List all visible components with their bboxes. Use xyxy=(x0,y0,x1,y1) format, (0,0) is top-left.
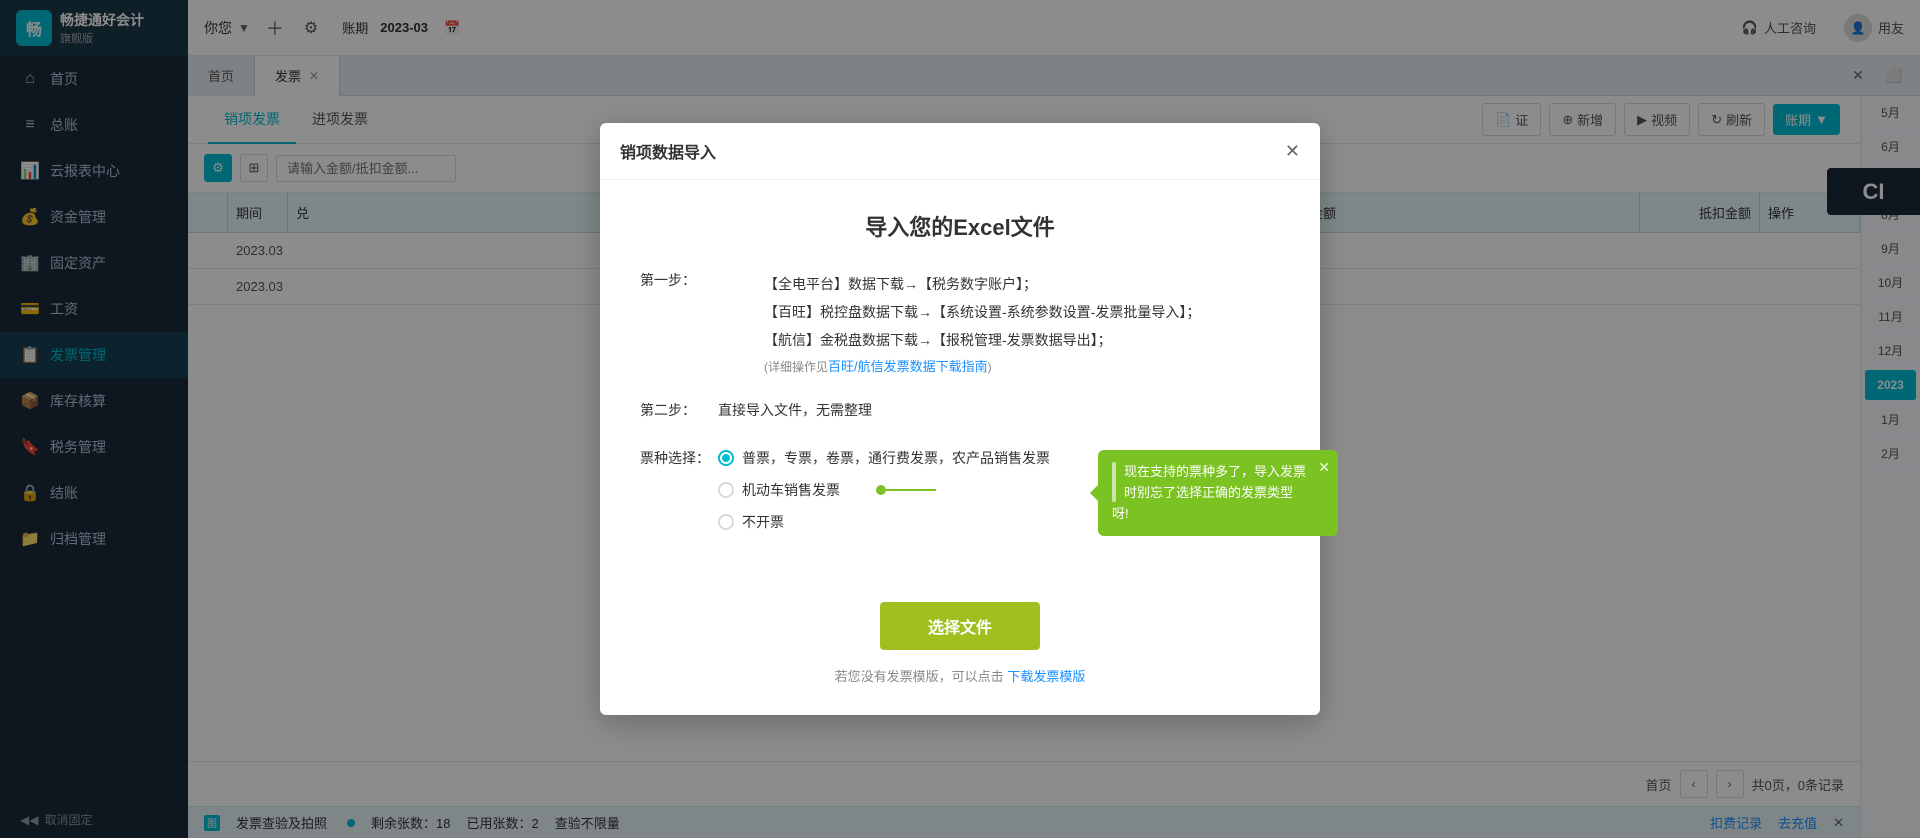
radio-dot-normal xyxy=(722,454,730,462)
dialog-close-button[interactable]: ✕ xyxy=(1285,141,1300,162)
download-hint: 若您没有发票模版，可以点击 下载发票模版 xyxy=(835,666,1086,685)
step2: 第二步： 直接导入文件，无需整理 xyxy=(640,400,1280,428)
step2-content: 直接导入文件，无需整理 xyxy=(718,400,872,420)
step1-content: 【全电平台】数据下载→【税务数字账户】； 【百旺】税控盘数据下载→【系统设置-系… xyxy=(764,270,1200,380)
step1-line3: 【航信】金税盘数据下载→【报税管理-发票数据导出】； xyxy=(764,326,1200,354)
radio-none[interactable]: 不开票 xyxy=(718,512,1050,532)
tooltip-dot xyxy=(876,485,886,495)
overlay: 销项数据导入 ✕ 导入您的Excel文件 第一步： 【全电平台】数据下载→【税务… xyxy=(0,0,1920,838)
dialog-header: 销项数据导入 ✕ xyxy=(600,123,1320,180)
radio-circle-none xyxy=(718,514,734,530)
step1-line1: 【全电平台】数据下载→【税务数字账户】； xyxy=(764,270,1200,298)
tooltip-arrow xyxy=(1090,485,1098,501)
step1-note: (详细操作见百旺/航信发票数据下载指南) xyxy=(764,354,1200,380)
step1-line2: 【百旺】税控盘数据下载→【系统设置-系统参数设置-发票批量导入】； xyxy=(764,298,1200,326)
step2-label: 第二步： xyxy=(640,400,696,420)
radio-circle-motor xyxy=(718,482,734,498)
radio-circle-normal xyxy=(718,450,734,466)
tooltip-line xyxy=(886,489,936,491)
step1: 第一步： 【全电平台】数据下载→【税务数字账户】； 【百旺】税控盘数据下载→【系… xyxy=(640,270,1280,380)
radio-motor-wrap: 机动车销售发票 现在支持的票种多了，导入发票时别忘了 xyxy=(718,480,1050,500)
download-template-link[interactable]: 下载发票模版 xyxy=(1007,669,1085,684)
step1-label: 第一步： xyxy=(640,270,696,290)
tooltip-bar xyxy=(1112,462,1116,502)
tooltip-connector xyxy=(860,485,936,495)
select-file-button[interactable]: 选择文件 xyxy=(880,602,1040,650)
tooltip-close-button[interactable]: ✕ xyxy=(1318,456,1330,478)
dialog-footer: 选择文件 若您没有发票模版，可以点击 下载发票模版 xyxy=(600,582,1320,715)
dialog-body: 导入您的Excel文件 第一步： 【全电平台】数据下载→【税务数字账户】； 【百… xyxy=(600,180,1320,582)
ticket-label: 票种选择： xyxy=(640,448,710,468)
download-guide-link[interactable]: 百旺/航信发票数据下载指南 xyxy=(828,359,988,374)
ticket-choice: 票种选择： 普票，专票，卷票，通行费发票，农产品销售发票 xyxy=(640,448,1280,532)
tooltip-text: 现在支持的票种多了，导入发票时别忘了选择正确的发票类型呀! xyxy=(1112,464,1306,521)
tooltip-bubble: 现在支持的票种多了，导入发票时别忘了选择正确的发票类型呀! ✕ xyxy=(1098,450,1338,536)
dialog-title: 销项数据导入 xyxy=(620,139,716,163)
radio-normal[interactable]: 普票，专票，卷票，通行费发票，农产品销售发票 xyxy=(718,448,1050,468)
radio-group: 普票，专票，卷票，通行费发票，农产品销售发票 机动车销售发票 xyxy=(718,448,1050,532)
dialog-import: 销项数据导入 ✕ 导入您的Excel文件 第一步： 【全电平台】数据下载→【税务… xyxy=(600,123,1320,715)
radio-motor[interactable]: 机动车销售发票 xyxy=(718,480,840,500)
dialog-main-title: 导入您的Excel文件 xyxy=(640,210,1280,242)
